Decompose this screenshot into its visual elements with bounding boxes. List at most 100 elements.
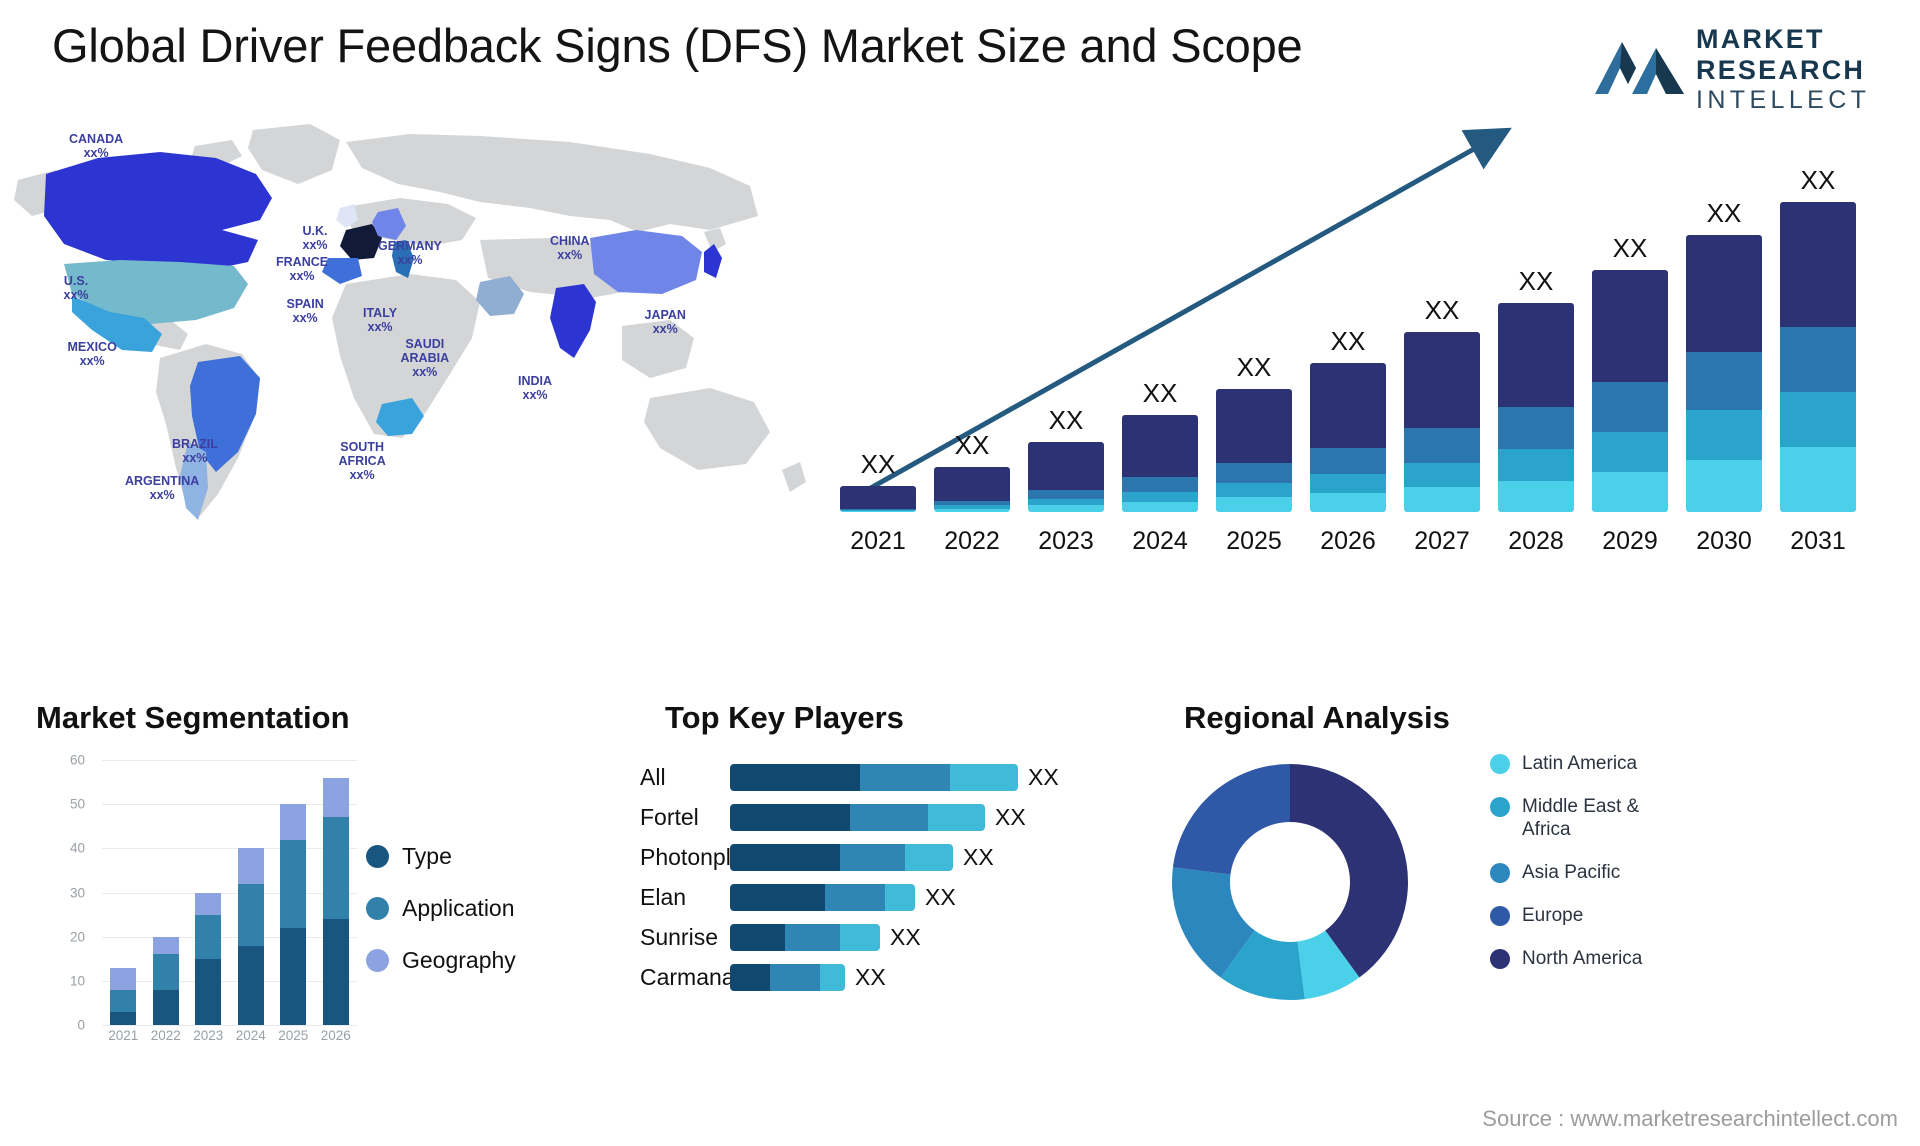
map-label-value: xx%: [149, 488, 175, 502]
player-row: Fortel XX: [640, 802, 1110, 832]
seg-gridline: [102, 892, 357, 894]
player-bar: [730, 844, 953, 871]
regional-legend-swatch: [1490, 863, 1510, 883]
growth-bar-value-label: XX: [1800, 165, 1836, 195]
seg-bar-segment-type: [110, 1011, 137, 1025]
player-bar-segment-part-1: [730, 844, 840, 871]
seg-bar: [237, 848, 264, 1025]
world-map: CANADA xx% U.S. xx% MEXICO xx% BRAZIL xx% ARGENT…: [10, 112, 820, 552]
regional-legend-swatch: [1490, 949, 1510, 969]
growth-bar: [1216, 389, 1292, 512]
player-row: Carmanah XX: [640, 962, 1110, 992]
seg-bar-segment-application: [152, 954, 179, 990]
map-label-name: U.S.: [63, 274, 89, 288]
seg-gridline: [102, 936, 357, 938]
player-bar-segment-part-3: [840, 924, 880, 951]
regional-legend-label: North America: [1522, 948, 1643, 969]
growth-bar-year-label: 2031: [1790, 527, 1846, 555]
seg-bar: [322, 777, 349, 1025]
seg-x-tick-label: 2022: [150, 1028, 181, 1043]
map-label-name: BRAZIL: [172, 437, 218, 451]
player-bar: [730, 804, 985, 831]
seg-legend-swatch: [366, 844, 389, 868]
growth-bar: [1310, 363, 1386, 512]
growth-bar-value-label: XX: [1142, 378, 1178, 408]
growth-bar-value-label: XX: [1048, 405, 1084, 435]
growth-bar-segment-segment-2: [1498, 449, 1574, 481]
donut-slice-europe: [1172, 764, 1290, 875]
market-segmentation-panel: Market Segmentation 0 10 20 30 40 50 60 2021 202…: [36, 700, 556, 1130]
regional-analysis-legend: Latin America Middle East & Africa Asia Pa…: [1490, 752, 1682, 990]
market-segmentation-title: Market Segmentation: [36, 700, 350, 735]
map-label-brazil: BRAZIL xx%: [172, 437, 218, 465]
seg-bar: [195, 892, 222, 1025]
growth-bar-segment-segment-1: [1216, 497, 1292, 512]
mountain-logo-icon: [1595, 42, 1684, 94]
map-label-italy: ITALY xx%: [363, 306, 397, 334]
seg-bar-segment-geography: [110, 967, 137, 990]
player-value-label: XX: [890, 924, 921, 950]
map-label-china: CHINA xx%: [550, 234, 590, 262]
player-bar-segment-part-1: [730, 924, 785, 951]
growth-bar: [1498, 303, 1574, 512]
seg-bar-segment-geography: [322, 777, 349, 818]
player-bar-segment-part-2: [785, 924, 840, 951]
logo-line-research: RESEARCH: [1696, 55, 1866, 85]
top-key-players-title: Top Key Players: [665, 700, 904, 735]
seg-y-tick-label: 20: [69, 929, 85, 945]
player-row: Sunrise XX: [640, 922, 1110, 952]
seg-gridline: [102, 1025, 357, 1026]
growth-bar-segment-segment-4: [1216, 389, 1292, 463]
growth-bar-year-label: 2021: [850, 527, 906, 555]
growth-bar-segment-segment-1: [1028, 505, 1104, 512]
page-title: Global Driver Feedback Signs (DFS) Marke…: [52, 19, 1303, 72]
growth-bar-chart: XX 2021 XX 2022 XX 2023 XX 2024 XX 2025 XX 2026 XX 20…: [830, 120, 1910, 560]
growth-bar-segment-segment-2: [1216, 482, 1292, 498]
growth-bar-segment-segment-1: [1310, 493, 1386, 512]
seg-bar-segment-geography: [152, 936, 179, 955]
map-label-argentina: ARGENTINA xx%: [125, 474, 199, 502]
seg-y-tick-label: 40: [69, 840, 85, 856]
map-label-name: ITALY: [363, 306, 398, 320]
growth-bar-segment-segment-4: [840, 486, 916, 509]
seg-bar: [152, 936, 179, 1025]
map-label-value: xx%: [83, 146, 109, 160]
seg-gridline: [102, 804, 357, 806]
seg-bar-segment-type: [237, 945, 264, 1025]
map-label-japan: JAPAN xx%: [645, 308, 686, 336]
seg-x-tick-label: 2026: [320, 1028, 351, 1043]
header: Global Driver Feedback Signs (DFS) Marke…: [0, 0, 1920, 120]
logo-line-intellect: INTELLECT: [1696, 86, 1871, 114]
regional-legend-swatch: [1490, 754, 1510, 774]
map-label-value: xx%: [289, 269, 315, 283]
growth-bar-year-label: 2030: [1696, 527, 1752, 555]
player-bar-segment-part-3: [928, 804, 985, 831]
seg-x-tick-label: 2021: [108, 1028, 139, 1043]
player-bar-segment-part-2: [825, 884, 885, 911]
map-label-saudi-arabia: SAUDI ARABIA xx%: [401, 337, 450, 379]
map-label-name: SPAIN: [286, 297, 324, 311]
map-label-value: xx%: [557, 248, 583, 262]
player-bar-segment-part-1: [730, 804, 850, 831]
growth-bar-segment-segment-4: [1404, 332, 1480, 429]
map-label-value: xx%: [522, 388, 548, 402]
growth-bar-year-label: 2025: [1226, 527, 1282, 555]
growth-bar-segment-segment-1: [1404, 487, 1480, 512]
regional-legend-label: Latin America: [1522, 753, 1638, 774]
market-segmentation-legend: Type Application Geography: [366, 830, 516, 986]
growth-bar-segment-segment-3: [1592, 381, 1668, 432]
growth-bar-segment-segment-4: [1498, 303, 1574, 407]
map-label-name: SAUDI ARABIA: [400, 337, 450, 365]
map-label-mexico: MEXICO xx%: [68, 340, 117, 368]
player-bar: [730, 764, 1018, 791]
growth-bar-segment-segment-2: [1686, 410, 1762, 460]
regional-legend-label: Asia Pacific: [1522, 862, 1621, 883]
growth-bar-year-label: 2024: [1132, 527, 1188, 555]
map-label-name: MEXICO: [67, 340, 117, 354]
map-label-name: INDIA: [518, 374, 553, 388]
seg-legend-item: Type: [366, 830, 516, 882]
logo-line-market: MARKET: [1696, 24, 1825, 54]
seg-bar-segment-type: [152, 989, 179, 1025]
map-label-value: xx%: [412, 365, 438, 379]
growth-bar-segment-segment-2: [1780, 391, 1856, 448]
